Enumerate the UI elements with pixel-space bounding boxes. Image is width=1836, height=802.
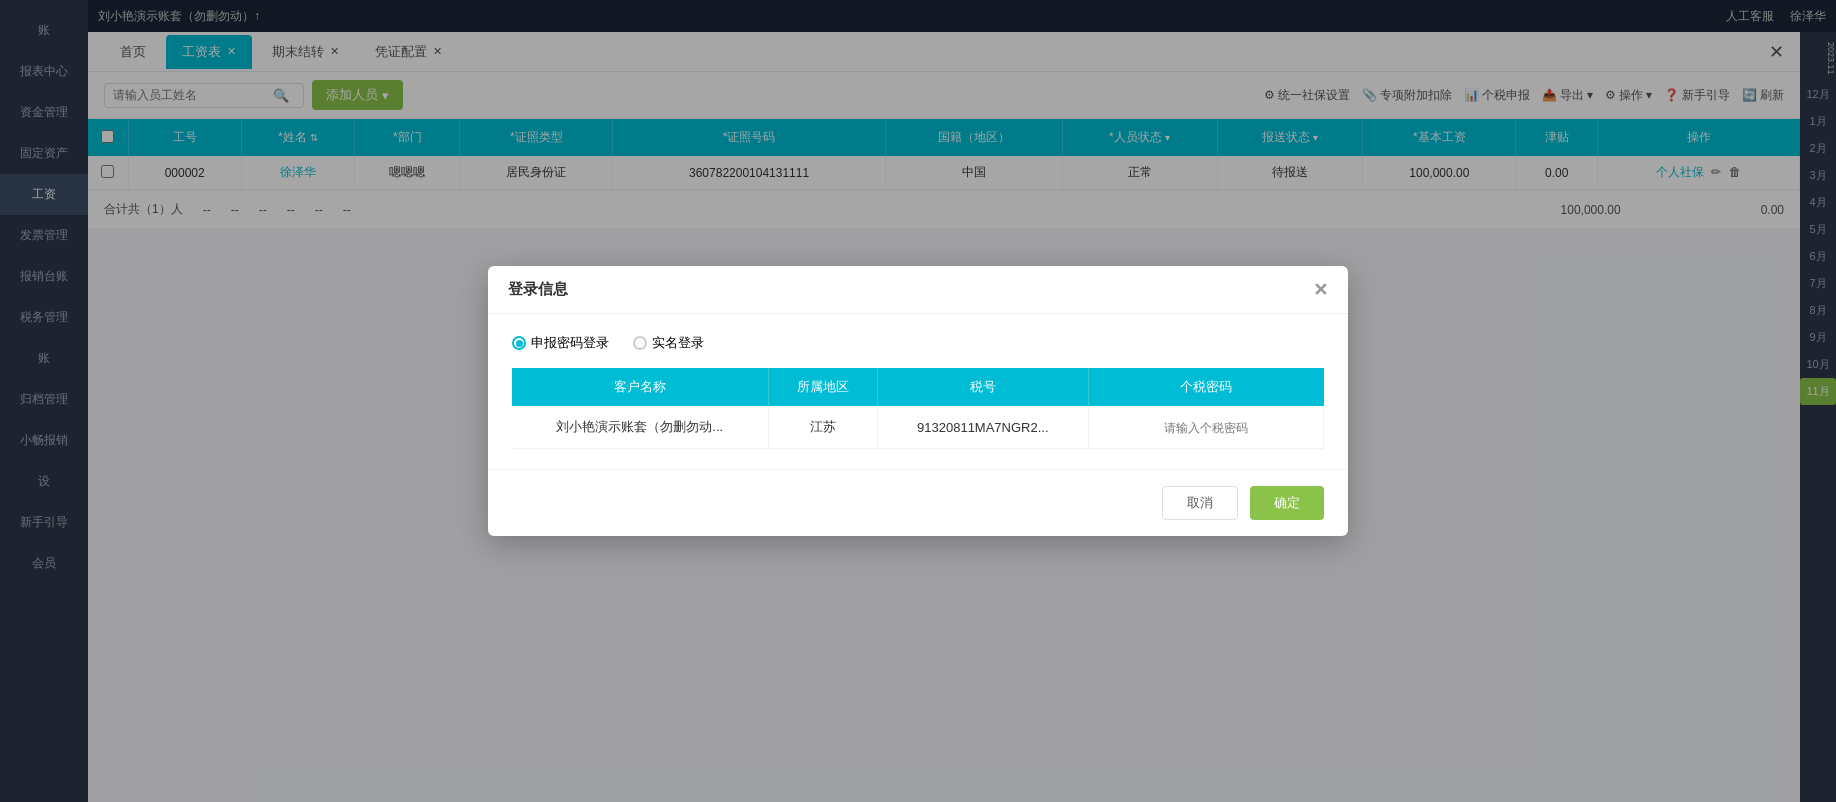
dialog-row-region: 江苏 (768, 406, 877, 449)
dialog-col-taxid: 税号 (877, 368, 1088, 406)
confirm-button[interactable]: 确定 (1250, 486, 1324, 520)
dialog-row-name: 刘小艳演示账套（勿删勿动... (512, 406, 768, 449)
dialog-col-password: 个税密码 (1088, 368, 1323, 406)
dialog-table-row: 刘小艳演示账套（勿删勿动... 江苏 91320811MA7NGR2... (512, 406, 1324, 449)
radio-realname-circle (633, 336, 647, 350)
dialog-body: 申报密码登录 实名登录 客户名称 所属地区 税号 个税密码 (488, 314, 1348, 469)
radio-realname-label: 实名登录 (652, 334, 704, 352)
radio-password-login[interactable]: 申报密码登录 (512, 334, 609, 352)
dialog-footer: 取消 确定 (488, 469, 1348, 536)
login-radio-group: 申报密码登录 实名登录 (512, 334, 1324, 352)
dialog-header: 登录信息 ✕ (488, 266, 1348, 314)
dialog-table: 客户名称 所属地区 税号 个税密码 刘小艳演示账套（勿删勿动... 江苏 913… (512, 368, 1324, 449)
dialog-row-taxid: 91320811MA7NGR2... (877, 406, 1088, 449)
dialog-col-region: 所属地区 (768, 368, 877, 406)
dialog-col-name: 客户名称 (512, 368, 768, 406)
cancel-button[interactable]: 取消 (1162, 486, 1238, 520)
dialog-title: 登录信息 (508, 280, 568, 299)
dialog-close-button[interactable]: ✕ (1313, 281, 1328, 299)
login-dialog: 登录信息 ✕ 申报密码登录 实名登录 客户名称 所属地区 (488, 266, 1348, 536)
radio-realname-login[interactable]: 实名登录 (633, 334, 704, 352)
dialog-row-password[interactable] (1088, 406, 1323, 449)
dialog-table-header: 客户名称 所属地区 税号 个税密码 (512, 368, 1324, 406)
radio-password-label: 申报密码登录 (531, 334, 609, 352)
individual-tax-password-input[interactable] (1105, 421, 1307, 435)
radio-password-circle (512, 336, 526, 350)
dialog-overlay: 登录信息 ✕ 申报密码登录 实名登录 客户名称 所属地区 (0, 0, 1836, 802)
